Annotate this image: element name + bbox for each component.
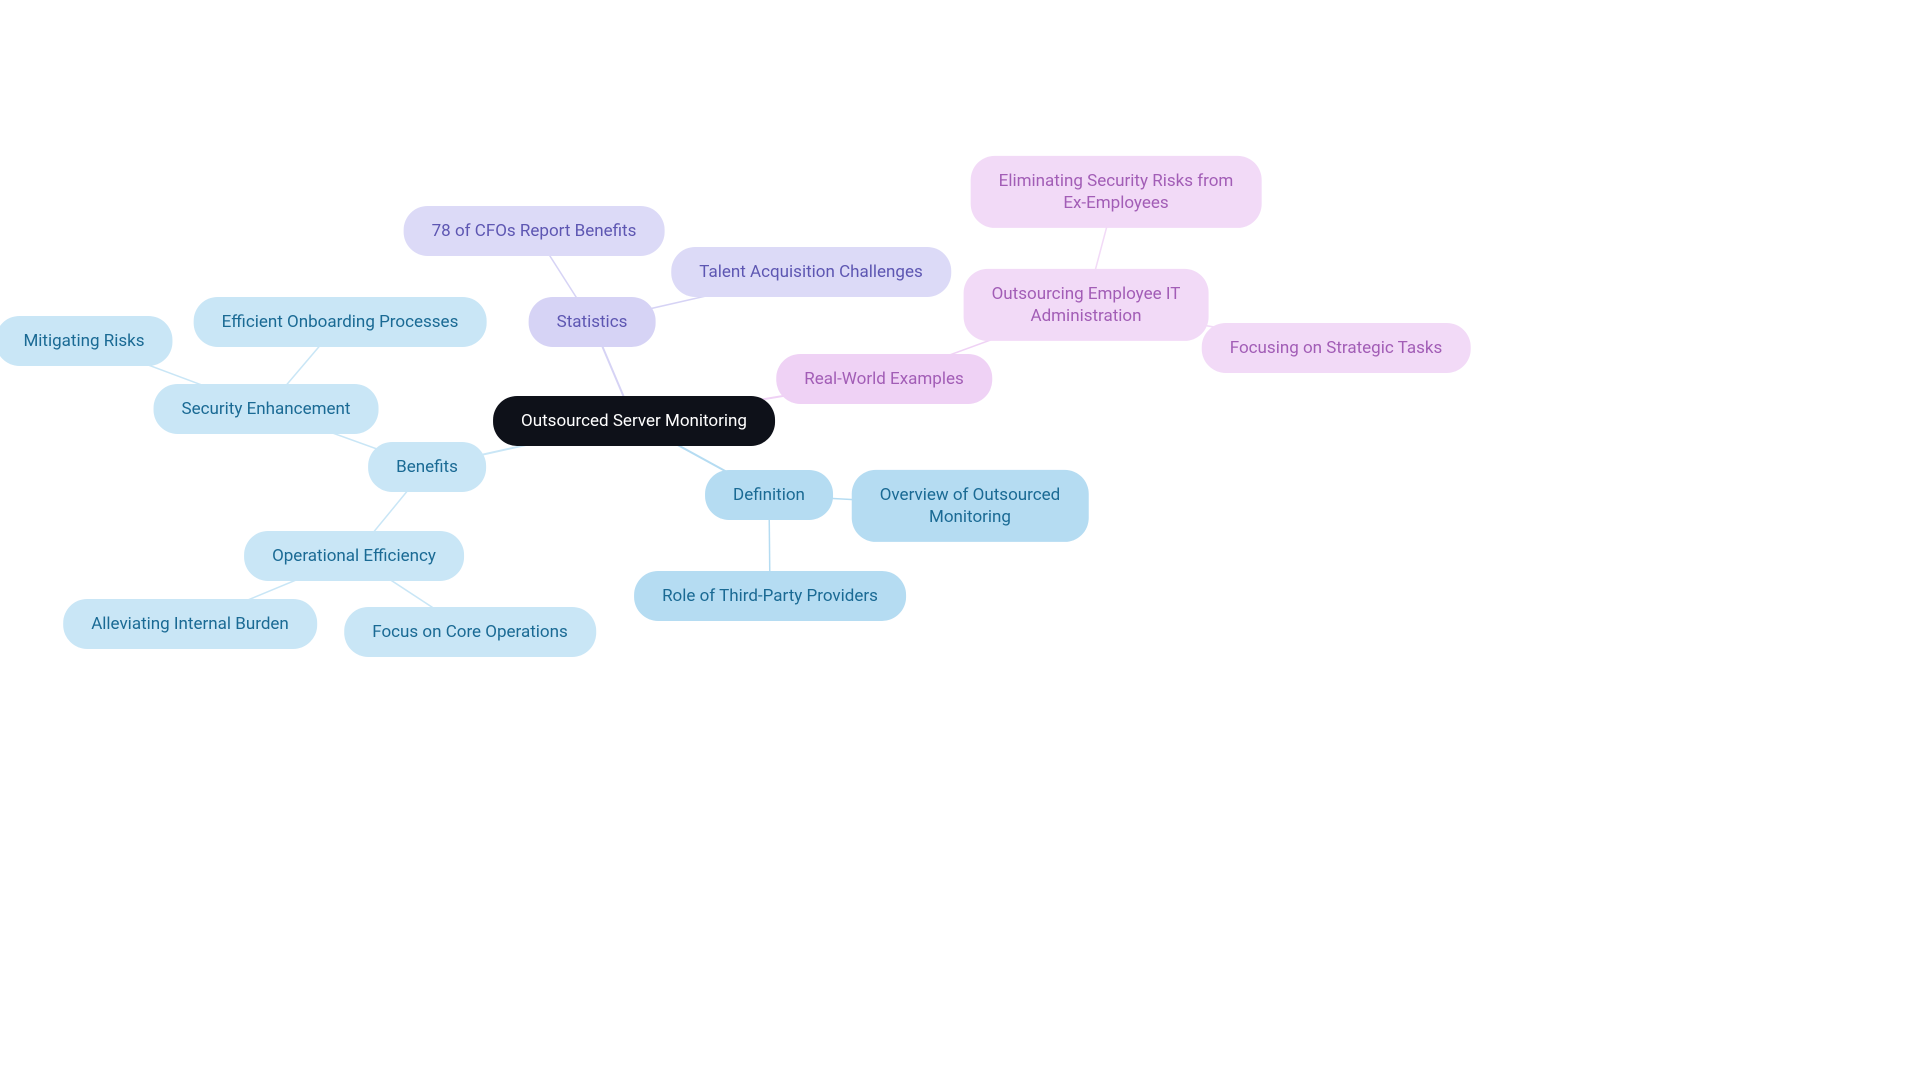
security-enhancement-node[interactable]: Security Enhancement xyxy=(154,384,379,434)
outsourcing-it-admin-node[interactable]: Outsourcing Employee IT Administration xyxy=(964,269,1209,341)
eliminating-risks-node[interactable]: Eliminating Security Risks from Ex-Emplo… xyxy=(971,156,1262,228)
definition-node[interactable]: Definition xyxy=(705,470,833,520)
statistics-node[interactable]: Statistics xyxy=(529,297,656,347)
examples-node[interactable]: Real-World Examples xyxy=(776,354,992,404)
talent-node[interactable]: Talent Acquisition Challenges xyxy=(671,247,951,297)
overview-node[interactable]: Overview of Outsourced Monitoring xyxy=(852,470,1089,542)
root-node[interactable]: Outsourced Server Monitoring xyxy=(493,396,775,446)
onboarding-node[interactable]: Efficient Onboarding Processes xyxy=(194,297,487,347)
benefits-node[interactable]: Benefits xyxy=(368,442,486,492)
focusing-strategic-node[interactable]: Focusing on Strategic Tasks xyxy=(1202,323,1471,373)
focus-core-node[interactable]: Focus on Core Operations xyxy=(344,607,596,657)
cfos-node[interactable]: 78 of CFOs Report Benefits xyxy=(404,206,665,256)
role-node[interactable]: Role of Third-Party Providers xyxy=(634,571,906,621)
mitigating-risks-node[interactable]: Mitigating Risks xyxy=(0,316,173,366)
operational-efficiency-node[interactable]: Operational Efficiency xyxy=(244,531,464,581)
alleviating-node[interactable]: Alleviating Internal Burden xyxy=(63,599,317,649)
